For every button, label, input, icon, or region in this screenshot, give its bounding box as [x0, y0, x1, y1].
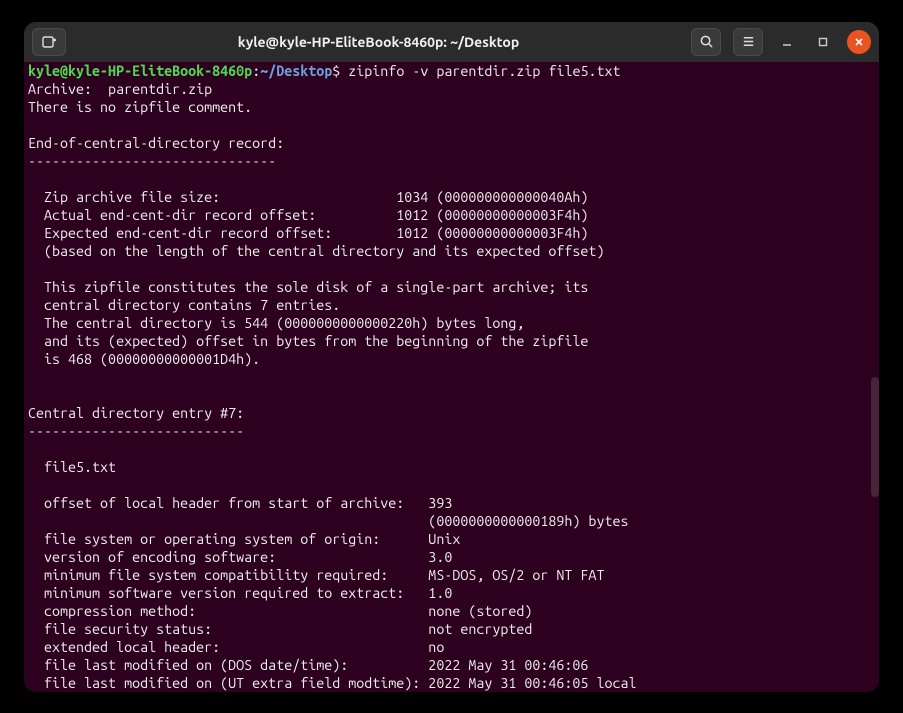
minimize-button[interactable]	[775, 30, 799, 54]
maximize-icon	[818, 37, 828, 47]
output-line: -------------------------------	[28, 153, 276, 169]
output-line: file system or operating system of origi…	[28, 531, 460, 547]
output-line: file5.txt	[28, 459, 116, 475]
titlebar-controls	[691, 28, 871, 56]
output-line: Expected end-cent-dir record offset: 101…	[28, 225, 588, 241]
terminal-body[interactable]: kyle@kyle-HP-EliteBook-8460p:~/Desktop$ …	[24, 62, 879, 692]
prompt-user-host: kyle@kyle-HP-EliteBook-8460p	[28, 63, 252, 79]
output-line: is 468 (00000000000001D4h).	[28, 351, 260, 367]
output-line: and its (expected) offset in bytes from …	[28, 333, 588, 349]
hamburger-icon	[741, 34, 756, 49]
output-line: The central directory is 544 (0000000000…	[28, 315, 524, 331]
output-line: minimum file system compatibility requir…	[28, 567, 604, 583]
output-line: (based on the length of the central dire…	[28, 243, 604, 259]
output-line: file last modified on (UT extra field mo…	[28, 675, 636, 691]
output-line: compression method: none (stored)	[28, 603, 532, 619]
new-tab-icon	[41, 34, 57, 50]
output-line: Archive: parentdir.zip	[28, 81, 212, 97]
output-line: Central directory entry #7:	[28, 405, 244, 421]
search-button[interactable]	[691, 28, 721, 56]
output-line: (0000000000000189h) bytes	[28, 513, 628, 529]
prompt-sep: :	[252, 63, 260, 79]
close-icon	[854, 37, 864, 47]
output-line: file last modified on (DOS date/time): 2…	[28, 657, 588, 673]
output-line: central directory contains 7 entries.	[28, 297, 340, 313]
menu-button[interactable]	[733, 28, 763, 56]
output-line: file security status: not encrypted	[28, 621, 532, 637]
output-line: Zip archive file size: 1034 (00000000000…	[28, 189, 588, 205]
titlebar: kyle@kyle-HP-EliteBook-8460p: ~/Desktop	[24, 22, 879, 62]
output-line: minimum software version required to ext…	[28, 585, 452, 601]
output-line: End-of-central-directory record:	[28, 135, 284, 151]
prompt-path: ~/Desktop	[260, 63, 332, 79]
scrollbar-thumb[interactable]	[871, 377, 879, 497]
output-line: This zipfile constitutes the sole disk o…	[28, 279, 588, 295]
terminal-window: kyle@kyle-HP-EliteBook-8460p: ~/Desktop	[24, 22, 879, 692]
output-line: extended local header: no	[28, 639, 444, 655]
close-button[interactable]	[847, 30, 871, 54]
maximize-button[interactable]	[811, 30, 835, 54]
output-line: There is no zipfile comment.	[28, 99, 252, 115]
prompt-command: zipinfo -v parentdir.zip file5.txt	[340, 63, 620, 79]
search-icon	[699, 34, 714, 49]
window-title: kyle@kyle-HP-EliteBook-8460p: ~/Desktop	[74, 34, 683, 50]
output-line: offset of local header from start of arc…	[28, 495, 452, 511]
output-line: version of encoding software: 3.0	[28, 549, 452, 565]
minimize-icon	[782, 37, 792, 47]
new-tab-button[interactable]	[32, 28, 66, 56]
output-line: ---------------------------	[28, 423, 244, 439]
output-line: Actual end-cent-dir record offset: 1012 …	[28, 207, 588, 223]
